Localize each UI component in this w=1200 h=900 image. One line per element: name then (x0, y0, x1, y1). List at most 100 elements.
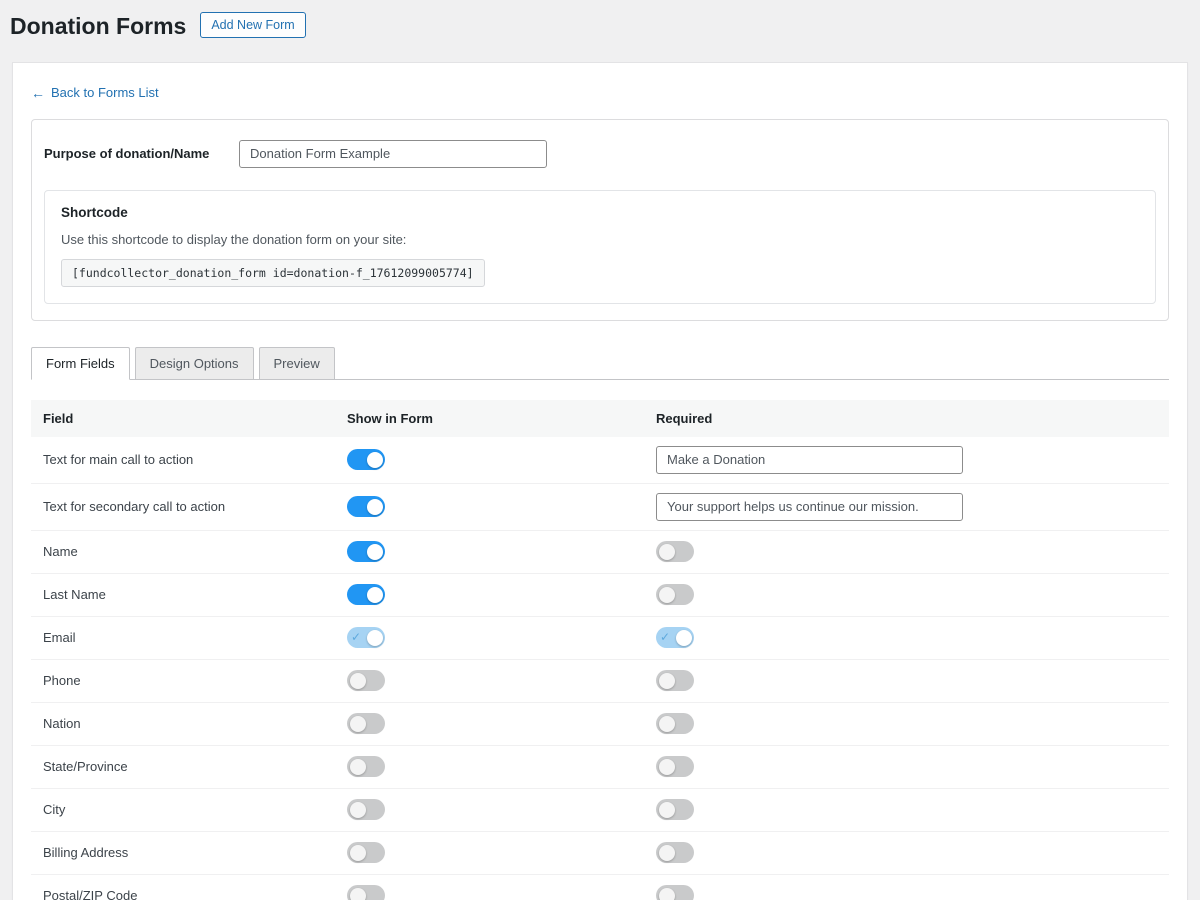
show-in-form-toggle: ✓ (347, 627, 385, 649)
header-required: Required (656, 410, 713, 426)
required-toggle[interactable] (656, 799, 694, 821)
toggle-knob (349, 887, 366, 900)
required-toggle[interactable] (656, 885, 694, 900)
show-in-form-cell (347, 449, 656, 471)
field-label: Last Name (43, 587, 106, 603)
shortcode-title: Shortcode (61, 204, 128, 220)
table-row: Last Name (31, 574, 1169, 617)
add-new-form-button[interactable]: Add New Form (200, 11, 306, 38)
tab-preview[interactable]: Preview (258, 346, 335, 380)
required-cell (656, 756, 1157, 778)
fields-table-body: Text for main call to action Text for sec… (31, 437, 1169, 900)
show-in-form-cell (347, 799, 656, 821)
required-cell (656, 713, 1157, 735)
table-header: Field Show in Form Required (31, 399, 1169, 437)
show-in-form-toggle[interactable] (347, 670, 385, 692)
table-row: Text for secondary call to action (31, 484, 1169, 531)
required-toggle[interactable] (656, 584, 694, 606)
required-cell (656, 541, 1157, 563)
show-in-form-cell (347, 842, 656, 864)
shortcode-value: [fundcollector_donation_form id=donation… (61, 258, 485, 287)
tab-form-fields[interactable]: Form Fields (31, 346, 130, 380)
field-label: Text for secondary call to action (43, 499, 226, 515)
required-toggle[interactable] (656, 541, 694, 563)
toggle-knob (658, 801, 675, 818)
field-label: Name (43, 544, 78, 560)
form-editor-panel: ← Back to Forms List Purpose of donation… (12, 61, 1188, 900)
show-in-form-toggle[interactable] (347, 756, 385, 778)
show-in-form-toggle[interactable] (347, 449, 385, 471)
form-name-label: Purpose of donation/Name (44, 146, 210, 162)
table-row: Name (31, 531, 1169, 574)
show-in-form-cell (347, 885, 656, 900)
required-cell (656, 584, 1157, 606)
show-in-form-toggle[interactable] (347, 496, 385, 518)
header-show-in-form: Show in Form (347, 410, 433, 426)
required-toggle[interactable] (656, 670, 694, 692)
tab-bar: Form Fields Design Options Preview (31, 346, 1169, 380)
required-toggle[interactable] (656, 756, 694, 778)
required-cell (656, 799, 1157, 821)
show-in-form-cell (347, 584, 656, 606)
show-in-form-toggle[interactable] (347, 842, 385, 864)
field-label: Postal/ZIP Code (43, 888, 138, 900)
show-in-form-toggle[interactable] (347, 799, 385, 821)
back-to-forms-link[interactable]: ← Back to Forms List (31, 85, 159, 101)
required-text-input[interactable] (656, 445, 963, 474)
form-name-input[interactable] (239, 139, 547, 168)
field-label: Text for main call to action (43, 452, 194, 468)
required-toggle: ✓ (656, 627, 694, 649)
fields-table: Field Show in Form Required Text for mai… (31, 399, 1169, 900)
table-row: Phone (31, 660, 1169, 703)
field-label: City (43, 802, 66, 818)
field-label: Billing Address (43, 845, 129, 861)
toggle-knob (349, 672, 366, 689)
check-icon: ✓ (351, 630, 362, 645)
required-text-input[interactable] (656, 492, 963, 521)
header-field: Field (43, 410, 74, 426)
toggle-knob (658, 672, 675, 689)
show-in-form-cell (347, 496, 656, 518)
required-cell (656, 670, 1157, 692)
toggle-knob (366, 543, 383, 560)
show-in-form-cell (347, 541, 656, 563)
field-label: Email (43, 630, 76, 646)
tab-design-options[interactable]: Design Options (134, 346, 254, 380)
toggle-knob (349, 844, 366, 861)
show-in-form-cell (347, 713, 656, 735)
toggle-knob (366, 629, 383, 646)
toggle-knob (349, 801, 366, 818)
toggle-knob (349, 715, 366, 732)
toggle-knob (658, 586, 675, 603)
required-toggle[interactable] (656, 842, 694, 864)
admin-page: Donation Forms Add New Form ← Back to Fo… (0, 0, 1200, 900)
show-in-form-cell (347, 756, 656, 778)
back-link-label: Back to Forms List (51, 85, 159, 101)
show-in-form-toggle[interactable] (347, 885, 385, 900)
required-cell (656, 445, 1157, 474)
shortcode-description: Use this shortcode to display the donati… (61, 231, 407, 247)
required-cell: ✓ (656, 627, 1157, 649)
required-toggle[interactable] (656, 713, 694, 735)
field-label: Nation (43, 716, 81, 732)
toggle-knob (349, 758, 366, 775)
table-row: Nation (31, 703, 1169, 746)
field-label: Phone (43, 673, 81, 689)
form-name-row: Purpose of donation/Name (44, 139, 1156, 168)
table-row: Email ✓ ✓ (31, 617, 1169, 660)
page-title: Donation Forms (10, 13, 187, 39)
show-in-form-toggle[interactable] (347, 584, 385, 606)
show-in-form-toggle[interactable] (347, 713, 385, 735)
toggle-knob (658, 887, 675, 900)
toggle-knob (366, 451, 383, 468)
required-cell (656, 492, 1157, 521)
required-cell (656, 842, 1157, 864)
toggle-knob (366, 586, 383, 603)
toggle-knob (658, 844, 675, 861)
show-in-form-toggle[interactable] (347, 541, 385, 563)
required-cell (656, 885, 1157, 900)
back-arrow-icon: ← (31, 84, 45, 101)
toggle-knob (675, 629, 692, 646)
toggle-knob (658, 758, 675, 775)
table-row: Text for main call to action (31, 437, 1169, 484)
